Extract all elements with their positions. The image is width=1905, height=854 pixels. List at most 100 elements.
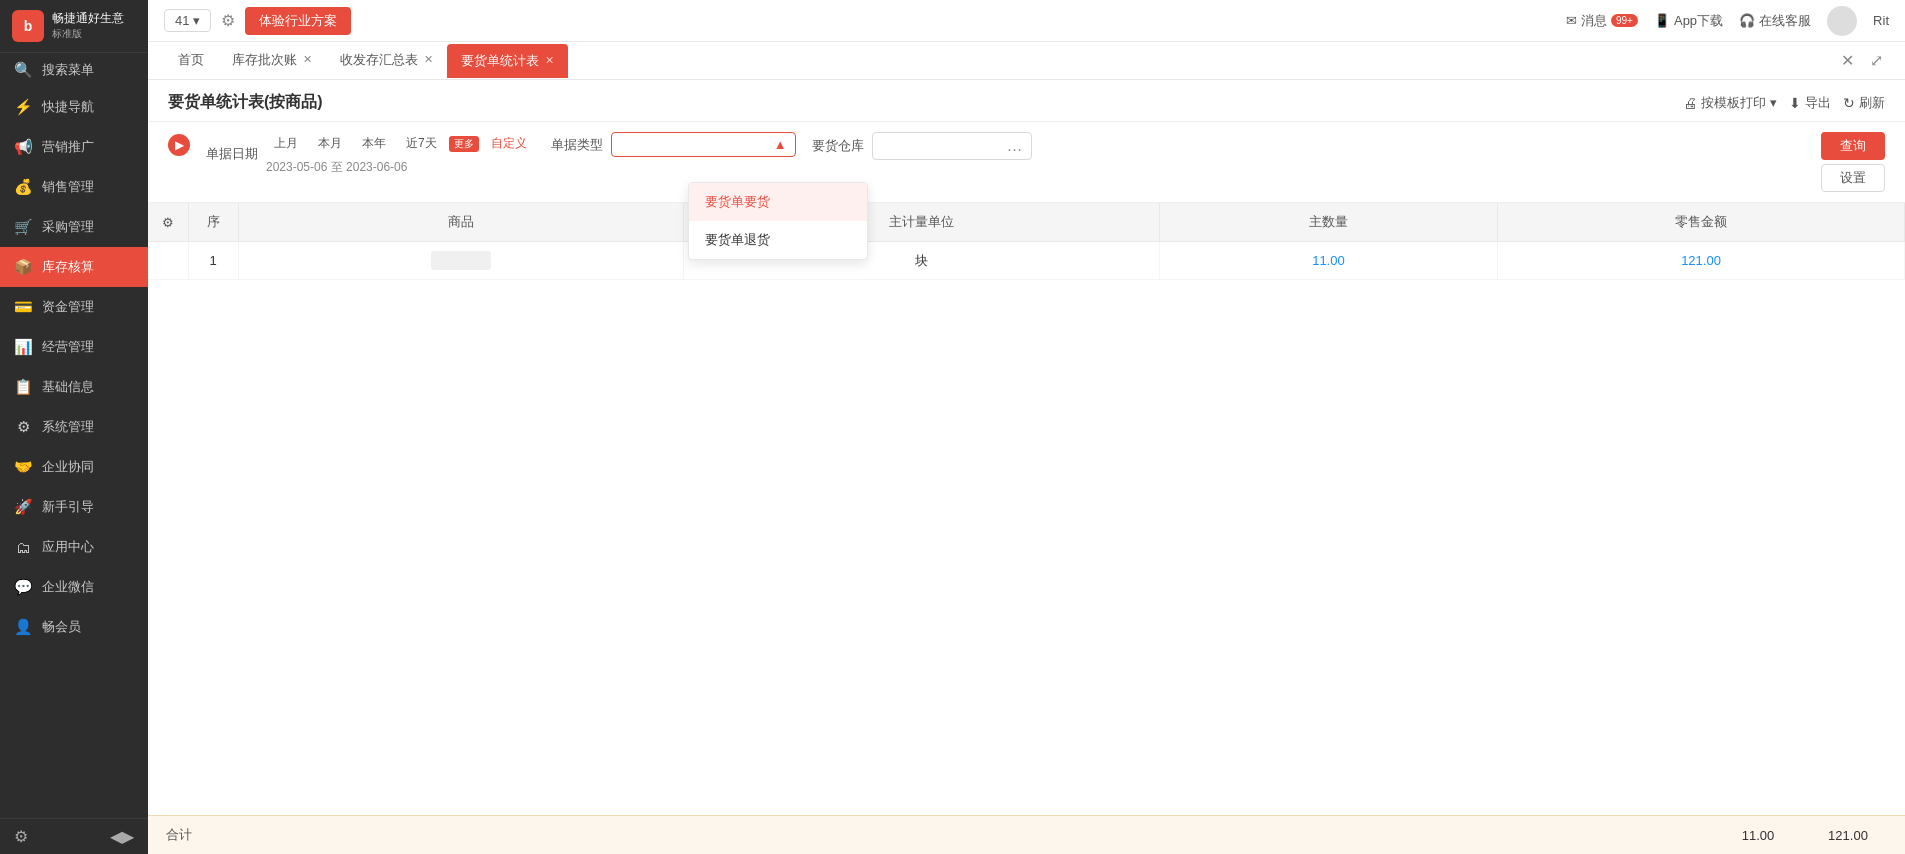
store-name: 41	[175, 13, 189, 28]
topbar-right: ✉ 消息 99+ 📱 App下载 🎧 在线客服 Rit	[1566, 6, 1889, 36]
refresh-label: 刷新	[1859, 94, 1885, 112]
warehouse-more-icon[interactable]: …	[1007, 137, 1023, 155]
wechat-icon: 💬	[14, 578, 32, 596]
sidebar-item-quick-nav[interactable]: ⚡ 快捷导航	[0, 87, 148, 127]
tab-summary-label: 收发存汇总表	[340, 51, 418, 69]
tab-maximize-button[interactable]: ⤢	[1864, 49, 1889, 72]
sidebar-label-system: 系统管理	[42, 418, 94, 436]
footer-amount: 121.00	[1803, 828, 1893, 843]
table-row: 1 块 11.00 121.00	[148, 242, 1905, 280]
table-footer: 合计 11.00 121.00	[148, 815, 1905, 854]
col-header-settings[interactable]: ⚙	[148, 203, 188, 242]
tabbar: 首页 库存批次账 ✕ 收发存汇总表 ✕ 要货单统计表 ✕ ✕ ⤢	[148, 42, 1905, 80]
row-0-qty: 11.00	[1159, 242, 1497, 280]
sidebar-item-basic[interactable]: 📋 基础信息	[0, 367, 148, 407]
date-btn-this-year[interactable]: 本年	[354, 132, 394, 155]
messages-badge: 99+	[1611, 14, 1638, 27]
date-range-display: 2023-05-06 至 2023-06-06	[266, 159, 535, 176]
tab-inventory-batch-label: 库存批次账	[232, 51, 297, 69]
export-button[interactable]: ⬇ 导出	[1789, 94, 1831, 112]
warehouse-filter-dropdown[interactable]: …	[872, 132, 1032, 160]
date-btn-7days[interactable]: 近7天	[398, 132, 445, 155]
query-button[interactable]: 查询	[1821, 132, 1885, 160]
data-table: ⚙ 序 商品 主计量单位 主数量	[148, 203, 1905, 280]
type-filter-dropdown[interactable]: ▲	[611, 132, 796, 157]
sidebar-item-guide[interactable]: 🚀 新手引导	[0, 487, 148, 527]
sidebar-item-operation[interactable]: 📊 经营管理	[0, 327, 148, 367]
enterprise-icon: 🤝	[14, 458, 32, 476]
sidebar-item-system[interactable]: ⚙ 系统管理	[0, 407, 148, 447]
warehouse-filter-label: 要货仓库	[812, 137, 864, 155]
filter-bar: ▶ 单据日期 上月 本月 本年 近7天 更多 自定义 2023-05-06 至 …	[148, 122, 1905, 203]
main-area: 41 ▾ ⚙ 体验行业方案 ✉ 消息 99+ 📱 App下载 🎧 在线客服 Ri…	[148, 0, 1905, 854]
tab-close-all-button[interactable]: ✕	[1835, 49, 1860, 72]
sidebar-label-enterprise: 企业协同	[42, 458, 94, 476]
col-header-amount: 零售金额	[1498, 203, 1905, 242]
filter-settings-button[interactable]: 设置	[1821, 164, 1885, 192]
row-0-seq: 1	[188, 242, 238, 280]
filter-expand-button[interactable]: ▶	[168, 134, 190, 156]
trial-button[interactable]: 体验行业方案	[245, 7, 351, 35]
sidebar-item-marketing[interactable]: 📢 营销推广	[0, 127, 148, 167]
sales-icon: 💰	[14, 178, 32, 196]
sidebar-label-inventory: 库存核算	[42, 258, 94, 276]
sidebar-item-wechat[interactable]: 💬 企业微信	[0, 567, 148, 607]
tab-order-stats-close[interactable]: ✕	[545, 54, 554, 67]
print-dropdown-icon: ▾	[1770, 95, 1777, 110]
search-icon: 🔍	[14, 61, 32, 79]
online-service-label: 在线客服	[1759, 12, 1811, 30]
sidebar-item-finance[interactable]: 💳 资金管理	[0, 287, 148, 327]
footer-qty: 11.00	[1713, 828, 1803, 843]
sidebar-item-member[interactable]: 👤 畅会员	[0, 607, 148, 647]
app-download-label: App下载	[1674, 12, 1723, 30]
sidebar-label-finance: 资金管理	[42, 298, 94, 316]
sidebar-item-appstore[interactable]: 🗂 应用中心	[0, 527, 148, 567]
date-btn-this-month[interactable]: 本月	[310, 132, 350, 155]
logo-title: 畅捷通好生意	[52, 11, 124, 27]
col-settings-icon: ⚙	[162, 215, 174, 230]
topbar-settings-icon[interactable]: ⚙	[219, 9, 237, 32]
sidebar-item-purchase[interactable]: 🛒 采购管理	[0, 207, 148, 247]
dropdown-item-0[interactable]: 要货单要货	[689, 183, 867, 221]
sidebar-settings-icon[interactable]: ⚙	[14, 827, 28, 846]
tab-home[interactable]: 首页	[164, 43, 218, 79]
sidebar-label-appstore: 应用中心	[42, 538, 94, 556]
page-actions: 🖨 按模板打印 ▾ ⬇ 导出 ↻ 刷新	[1683, 94, 1885, 112]
row-0-amount: 121.00	[1498, 242, 1905, 280]
app-download-action[interactable]: 📱 App下载	[1654, 12, 1723, 30]
sidebar-item-search[interactable]: 🔍 搜索菜单	[0, 53, 148, 87]
type-filter-group: 单据类型 ▲	[551, 132, 796, 157]
print-template-button[interactable]: 🖨 按模板打印 ▾	[1683, 94, 1777, 112]
marketing-icon: 📢	[14, 138, 32, 156]
messages-action[interactable]: ✉ 消息 99+	[1566, 12, 1638, 30]
avatar[interactable]	[1827, 6, 1857, 36]
export-icon: ⬇	[1789, 95, 1801, 111]
system-icon: ⚙	[14, 418, 32, 436]
dropdown-item-1[interactable]: 要货单退货	[689, 221, 867, 259]
appstore-icon: 🗂	[14, 539, 32, 556]
date-filter-group: 单据日期 上月 本月 本年 近7天 更多 自定义 2023-05-06 至 20…	[206, 132, 535, 176]
sidebar-bottom: ⚙ ◀▶	[0, 818, 148, 854]
store-selector[interactable]: 41 ▾	[164, 9, 211, 32]
date-btn-last-month[interactable]: 上月	[266, 132, 306, 155]
refresh-icon: ↻	[1843, 95, 1855, 111]
sidebar: b 畅捷通好生意 标准版 🔍 搜索菜单 ⚡ 快捷导航 📢 营销推广 💰 销售管理…	[0, 0, 148, 854]
tab-summary-close[interactable]: ✕	[424, 53, 433, 66]
tab-summary[interactable]: 收发存汇总表 ✕	[326, 43, 447, 79]
refresh-button[interactable]: ↻ 刷新	[1843, 94, 1885, 112]
sidebar-label-wechat: 企业微信	[42, 578, 94, 596]
sidebar-label-purchase: 采购管理	[42, 218, 94, 236]
tab-inventory-batch-close[interactable]: ✕	[303, 53, 312, 66]
type-filter-input[interactable]	[620, 137, 770, 152]
sidebar-item-sales[interactable]: 💰 销售管理	[0, 167, 148, 207]
online-service-action[interactable]: 🎧 在线客服	[1739, 12, 1811, 30]
date-btn-custom[interactable]: 自定义	[483, 132, 535, 155]
member-icon: 👤	[14, 618, 32, 636]
sidebar-item-enterprise[interactable]: 🤝 企业协同	[0, 447, 148, 487]
sidebar-item-inventory[interactable]: 📦 库存核算	[0, 247, 148, 287]
tab-inventory-batch[interactable]: 库存批次账 ✕	[218, 43, 326, 79]
sidebar-label-sales: 销售管理	[42, 178, 94, 196]
table-header: ⚙ 序 商品 主计量单位 主数量	[148, 203, 1905, 242]
tab-order-stats[interactable]: 要货单统计表 ✕	[447, 44, 568, 78]
sidebar-collapse-icon[interactable]: ◀▶	[110, 827, 134, 846]
